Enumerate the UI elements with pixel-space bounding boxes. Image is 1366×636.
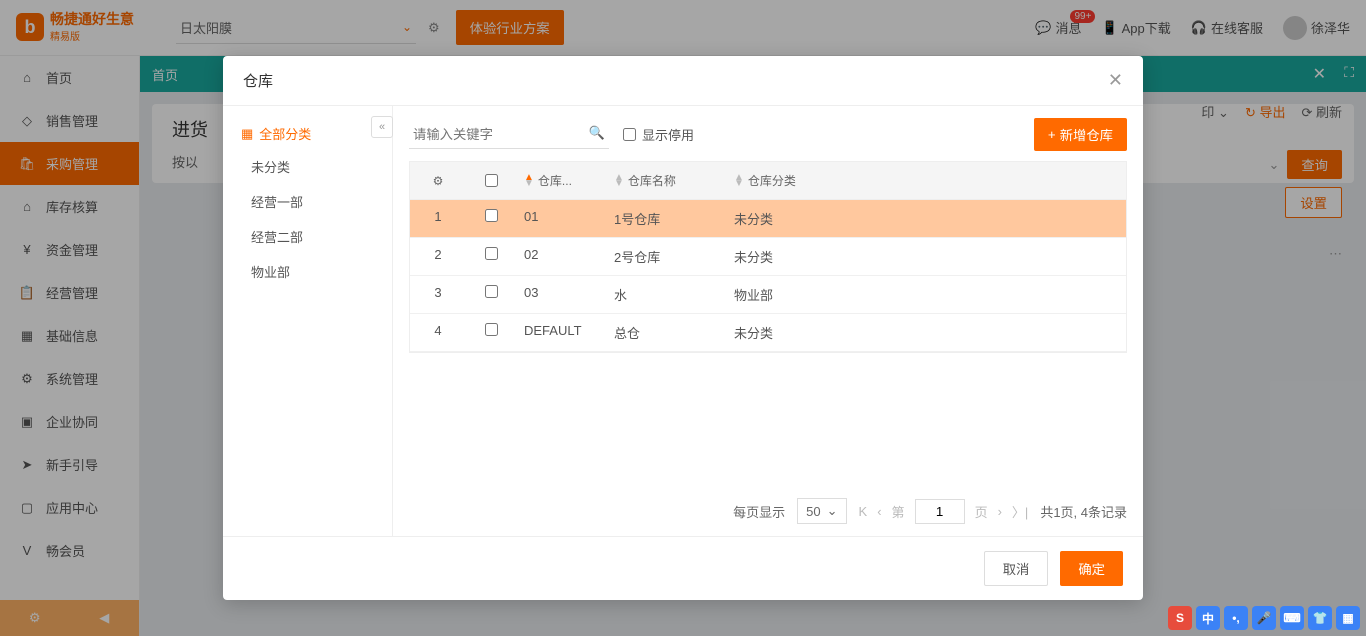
sort-icon: ▲▼: [614, 175, 624, 187]
ime-tool-icon[interactable]: ▦: [1336, 606, 1360, 630]
per-page-label: 每页显示: [733, 502, 785, 521]
table-panel: 🔍 显示停用 + 新增仓库 ⚙ ▲▼仓库...: [393, 106, 1143, 536]
page-summary: 共1页, 4条记录: [1040, 502, 1127, 521]
modal-header: 仓库 ✕: [223, 56, 1143, 106]
warehouse-modal: 仓库 ✕ ▦ 全部分类 未分类 经营一部 经营二部 物业部 « 🔍: [223, 56, 1143, 600]
ime-mic-icon[interactable]: 🎤: [1252, 606, 1276, 630]
search-wrap: 🔍: [409, 121, 609, 149]
row-checkbox[interactable]: [485, 285, 498, 298]
table-row[interactable]: 4 DEFAULT 总仓 未分类: [410, 314, 1126, 352]
sort-icon: ▲▼: [524, 175, 534, 187]
first-page-icon[interactable]: K: [859, 504, 868, 519]
pager-nav: K ‹ 第 页 › 〉|: [859, 499, 1029, 524]
tree-item[interactable]: 经营二部: [223, 219, 392, 254]
tree-item[interactable]: 经营一部: [223, 184, 392, 219]
modal-body: ▦ 全部分类 未分类 经营一部 经营二部 物业部 « 🔍 显示停用: [223, 106, 1143, 536]
search-icon[interactable]: 🔍: [589, 125, 605, 141]
checkbox-input[interactable]: [623, 128, 636, 141]
column-name[interactable]: ▲▼仓库名称: [606, 162, 726, 199]
modal-footer: 取消 确定: [223, 536, 1143, 600]
category-tree: ▦ 全部分类 未分类 经营一部 经营二部 物业部 «: [223, 106, 393, 536]
ime-sogou-icon[interactable]: S: [1168, 606, 1192, 630]
chevron-down-icon: ⌄: [827, 503, 838, 519]
plus-icon: +: [1048, 127, 1056, 142]
grid-header: ⚙ ▲▼仓库... ▲▼仓库名称 ▲▼仓库分类: [410, 162, 1126, 200]
ime-bar: S 中 •, 🎤 ⌨ 👕 ▦: [1168, 606, 1360, 630]
select-all-checkbox[interactable]: [485, 174, 498, 187]
row-checkbox[interactable]: [485, 323, 498, 336]
sort-icon: ▲▼: [734, 175, 744, 187]
row-checkbox[interactable]: [485, 247, 498, 260]
table-toolbar: 🔍 显示停用 + 新增仓库: [409, 118, 1127, 151]
paginator: 每页显示 50 ⌄ K ‹ 第 页 › 〉| 共1页, 4条记录: [409, 486, 1127, 524]
tree-item[interactable]: 未分类: [223, 149, 392, 184]
page-size-select[interactable]: 50 ⌄: [797, 498, 846, 524]
ime-keyboard-icon[interactable]: ⌨: [1280, 606, 1304, 630]
grid-icon: ▦: [241, 126, 253, 142]
modal-title: 仓库: [243, 70, 273, 91]
column-settings[interactable]: ⚙: [410, 162, 466, 199]
ime-skin-icon[interactable]: 👕: [1308, 606, 1332, 630]
prev-page-icon[interactable]: ‹: [877, 504, 881, 519]
column-code[interactable]: ▲▼仓库...: [516, 162, 606, 199]
row-checkbox[interactable]: [485, 209, 498, 222]
add-warehouse-button[interactable]: + 新增仓库: [1034, 118, 1127, 151]
tree-item[interactable]: 物业部: [223, 254, 392, 289]
modal-overlay: 仓库 ✕ ▦ 全部分类 未分类 经营一部 经营二部 物业部 « 🔍: [0, 0, 1366, 636]
gear-icon: ⚙: [433, 174, 444, 188]
page-input[interactable]: [915, 499, 965, 524]
close-icon[interactable]: ✕: [1108, 70, 1123, 91]
cancel-button[interactable]: 取消: [984, 551, 1049, 586]
ok-button[interactable]: 确定: [1060, 551, 1123, 586]
table-row[interactable]: 3 03 水 物业部: [410, 276, 1126, 314]
table-row[interactable]: 2 02 2号仓库 未分类: [410, 238, 1126, 276]
table-row[interactable]: 1 01 1号仓库 未分类: [410, 200, 1126, 238]
column-checkbox: [466, 162, 516, 199]
ime-punct-icon[interactable]: •,: [1224, 606, 1248, 630]
show-disabled-checkbox[interactable]: 显示停用: [623, 125, 694, 144]
next-page-icon[interactable]: ›: [998, 504, 1002, 519]
ime-lang-icon[interactable]: 中: [1196, 606, 1220, 630]
tree-root[interactable]: ▦ 全部分类: [223, 118, 392, 149]
warehouse-grid: ⚙ ▲▼仓库... ▲▼仓库名称 ▲▼仓库分类 1 01 1号仓库 未分类: [409, 161, 1127, 353]
column-category[interactable]: ▲▼仓库分类: [726, 162, 1126, 199]
collapse-tree-icon[interactable]: «: [371, 116, 393, 138]
search-input[interactable]: [409, 121, 609, 149]
last-page-icon[interactable]: 〉|: [1012, 502, 1028, 521]
